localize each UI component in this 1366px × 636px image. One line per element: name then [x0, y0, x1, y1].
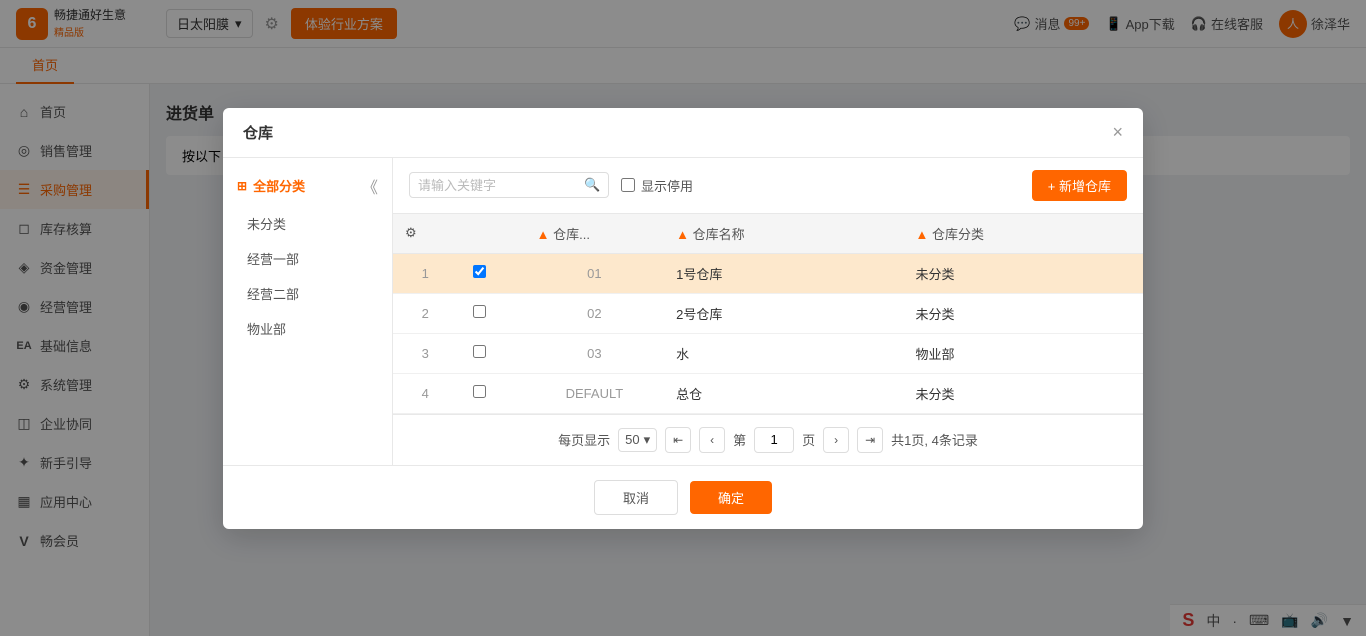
add-warehouse-button[interactable]: + 新增仓库 — [1032, 170, 1127, 201]
modal-overlay: 仓库 × ⊞ 全部分类 《 未分类 经营一部 经营二部 物业部 — [0, 0, 1366, 636]
confirm-button[interactable]: 确定 — [690, 481, 772, 514]
per-page-value: 50 — [625, 432, 639, 447]
row-settings[interactable]: 1 — [393, 253, 461, 293]
cat-header: ⊞ 全部分类 《 — [223, 166, 392, 206]
show-disabled-label: 显示停用 — [641, 176, 693, 195]
table-row[interactable]: 3 03 水 物业部 — [393, 333, 1143, 373]
cat-item-unclassified[interactable]: 未分类 — [223, 206, 392, 241]
th-settings: ⚙ — [393, 214, 461, 254]
chevron-icon: ▾ — [644, 432, 651, 448]
row-settings[interactable]: 2 — [393, 293, 461, 333]
row-name: 水 — [664, 333, 903, 373]
row-checkbox-cell — [461, 253, 524, 293]
close-icon[interactable]: × — [1112, 122, 1123, 143]
modal-body: ⊞ 全部分类 《 未分类 经营一部 经营二部 物业部 🔍 — [223, 158, 1143, 465]
cancel-button[interactable]: 取消 — [594, 480, 678, 515]
row-checkbox[interactable] — [473, 265, 486, 278]
row-category: 未分类 — [904, 373, 1143, 413]
cat-item-ops2[interactable]: 经营二部 — [223, 276, 392, 311]
table-header-row: ⚙ ▲ 仓库... ▲ 仓库名称 ▲ 仓库分类 — [393, 214, 1143, 254]
table-row[interactable]: 4 DEFAULT 总仓 未分类 — [393, 373, 1143, 413]
search-input[interactable] — [418, 178, 578, 193]
cat-item-property[interactable]: 物业部 — [223, 311, 392, 346]
category-sidebar: ⊞ 全部分类 《 未分类 经营一部 经营二部 物业部 — [223, 158, 393, 465]
modal-main-content: 🔍 显示停用 + 新增仓库 ⚙ — [393, 158, 1143, 465]
row-name: 2号仓库 — [664, 293, 903, 333]
row-checkbox-cell — [461, 333, 524, 373]
pagination: 每页显示 50 ▾ ⇤ ‹ 第 页 › ⇥ 共1页, 4条记录 — [393, 414, 1143, 465]
row-name: 总仓 — [664, 373, 903, 413]
row-category: 未分类 — [904, 253, 1143, 293]
search-box: 🔍 — [409, 172, 609, 198]
modal-header: 仓库 × — [223, 108, 1143, 158]
all-categories-label: 全部分类 — [253, 176, 305, 195]
th-warehouse-id: ▲ 仓库... — [525, 214, 664, 254]
row-category: 未分类 — [904, 293, 1143, 333]
next-page-button[interactable]: › — [823, 427, 849, 453]
show-disabled-checkbox[interactable] — [621, 178, 635, 192]
table-row[interactable]: 1 01 1号仓库 未分类 — [393, 253, 1143, 293]
warehouse-modal: 仓库 × ⊞ 全部分类 《 未分类 经营一部 经营二部 物业部 — [223, 108, 1143, 529]
page-unit: 页 — [802, 430, 815, 449]
row-checkbox[interactable] — [473, 305, 486, 318]
sort-icon: ▲ — [537, 227, 550, 242]
table-body: 1 01 1号仓库 未分类 2 02 2号仓库 未分类 3 03 水 物业部 4… — [393, 253, 1143, 413]
all-categories[interactable]: ⊞ 全部分类 — [237, 176, 305, 195]
warehouse-table: ⚙ ▲ 仓库... ▲ 仓库名称 ▲ 仓库分类 — [393, 214, 1143, 414]
per-page-select[interactable]: 50 ▾ — [618, 428, 657, 452]
row-name: 1号仓库 — [664, 253, 903, 293]
row-num: 3 — [422, 346, 429, 361]
row-category: 物业部 — [904, 333, 1143, 373]
row-checkbox-cell — [461, 293, 524, 333]
row-id: 01 — [525, 253, 664, 293]
th-checkbox — [461, 214, 524, 254]
modal-footer: 取消 确定 — [223, 465, 1143, 529]
search-icon[interactable]: 🔍 — [584, 177, 600, 193]
show-disabled: 显示停用 — [621, 176, 693, 195]
grid-icon: ⊞ — [237, 179, 247, 193]
data-table: ⚙ ▲ 仓库... ▲ 仓库名称 ▲ 仓库分类 — [393, 214, 1143, 414]
row-checkbox[interactable] — [473, 345, 486, 358]
th-warehouse-name: ▲ 仓库名称 — [664, 214, 903, 254]
prev-page-button[interactable]: ‹ — [699, 427, 725, 453]
row-checkbox[interactable] — [473, 385, 486, 398]
row-id: 03 — [525, 333, 664, 373]
th-category: ▲ 仓库分类 — [904, 214, 1143, 254]
row-num: 2 — [422, 306, 429, 321]
per-page-label: 每页显示 — [558, 430, 610, 449]
row-settings[interactable]: 3 — [393, 333, 461, 373]
sort-icon-cat: ▲ — [916, 227, 929, 242]
sort-icon-name: ▲ — [676, 227, 689, 242]
collapse-icon[interactable]: 《 — [362, 174, 378, 198]
row-num: 4 — [422, 386, 429, 401]
last-page-button[interactable]: ⇥ — [857, 427, 883, 453]
cat-item-ops1[interactable]: 经营一部 — [223, 241, 392, 276]
row-id: DEFAULT — [525, 373, 664, 413]
modal-toolbar: 🔍 显示停用 + 新增仓库 — [393, 158, 1143, 214]
modal-title: 仓库 — [243, 122, 273, 143]
page-number-input[interactable] — [754, 427, 794, 453]
row-checkbox-cell — [461, 373, 524, 413]
row-id: 02 — [525, 293, 664, 333]
total-info: 共1页, 4条记录 — [891, 430, 978, 449]
row-settings[interactable]: 4 — [393, 373, 461, 413]
row-num: 1 — [422, 266, 429, 281]
table-row[interactable]: 2 02 2号仓库 未分类 — [393, 293, 1143, 333]
first-page-button[interactable]: ⇤ — [665, 427, 691, 453]
page-label: 第 — [733, 430, 746, 449]
